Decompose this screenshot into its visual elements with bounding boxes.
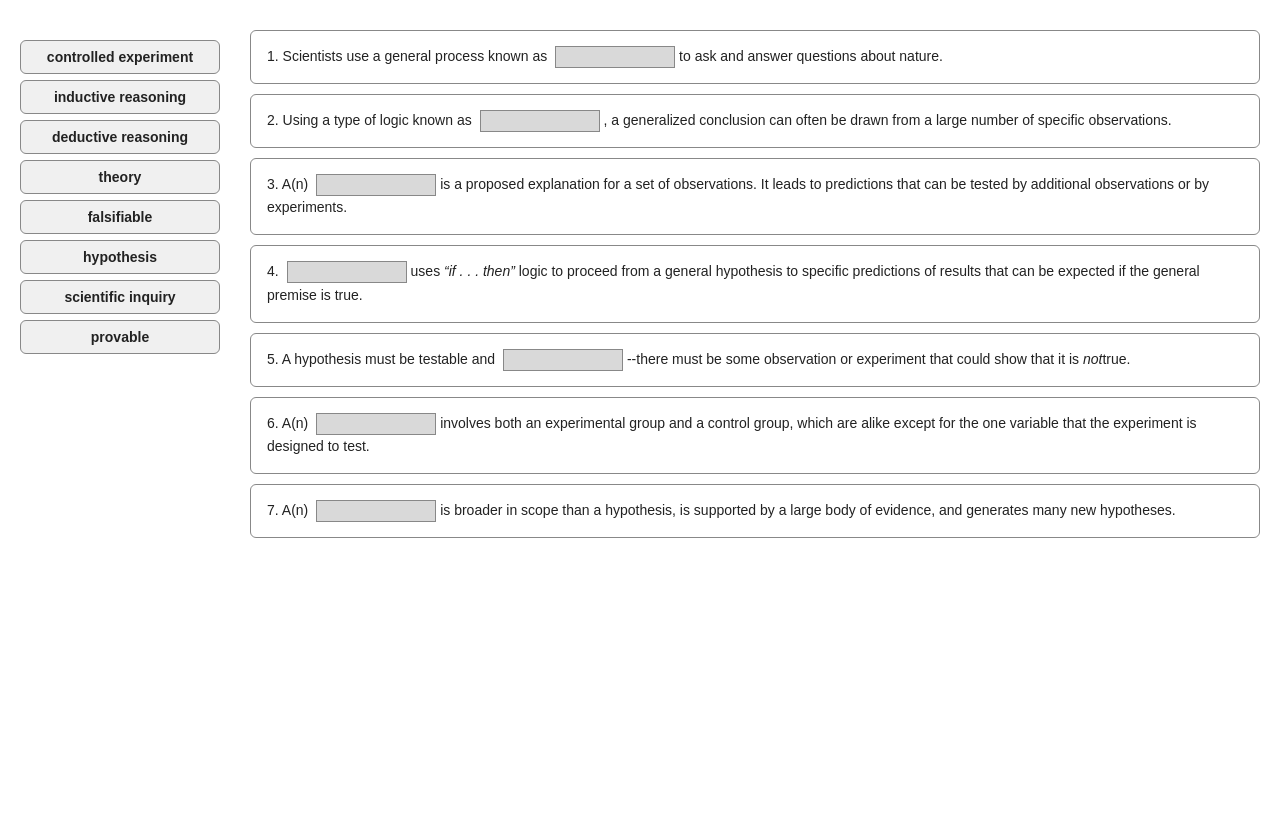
question-text: A(n) [282,502,312,518]
question-number: 7. [267,502,282,518]
word-bank: controlled experiment inductive reasoning… [20,30,220,538]
question-box-q2: 2. Using a type of logic known as , a ge… [250,94,1260,148]
question-text: uses “if . . . then” logic to proceed fr… [267,263,1200,303]
question-number: 4. [267,263,283,279]
question-number: 2. [267,112,283,128]
question-text: A(n) [282,415,312,431]
word-item-provable[interactable]: provable [20,320,220,354]
answer-blank[interactable] [480,110,600,132]
question-text: Scientists use a general process known a… [283,48,551,64]
word-item-controlled-experiment[interactable]: controlled experiment [20,40,220,74]
italic-text: “if . . . then” [444,263,515,279]
question-box-q1: 1. Scientists use a general process know… [250,30,1260,84]
answer-blank[interactable] [287,261,407,283]
question-text: Using a type of logic known as [283,112,476,128]
question-text: true. [1102,351,1130,367]
answer-blank[interactable] [316,500,436,522]
word-item-falsifiable[interactable]: falsifiable [20,200,220,234]
questions-container: 1. Scientists use a general process know… [250,30,1260,538]
question-number: 6. [267,415,282,431]
word-item-inductive-reasoning[interactable]: inductive reasoning [20,80,220,114]
question-box-q5: 5. A hypothesis must be testable and --t… [250,333,1260,387]
question-number: 5. [267,351,282,367]
question-text: is broader in scope than a hypothesis, i… [440,502,1175,518]
question-text: A hypothesis must be testable and [282,351,499,367]
question-number: 3. [267,176,282,192]
word-item-theory[interactable]: theory [20,160,220,194]
question-box-q6: 6. A(n) involves both an experimental gr… [250,397,1260,475]
word-item-hypothesis[interactable]: hypothesis [20,240,220,274]
main-container: controlled experiment inductive reasoning… [20,20,1260,538]
question-box-q4: 4. uses “if . . . then” logic to proceed… [250,245,1260,323]
question-text: A(n) [282,176,312,192]
question-text: --there must be some observation or expe… [627,351,1083,367]
italic-not: not [1083,351,1102,367]
word-item-scientific-inquiry[interactable]: scientific inquiry [20,280,220,314]
question-text: , a generalized conclusion can often be … [604,112,1172,128]
question-box-q3: 3. A(n) is a proposed explanation for a … [250,158,1260,236]
question-text: to ask and answer questions about nature… [679,48,943,64]
word-item-deductive-reasoning[interactable]: deductive reasoning [20,120,220,154]
answer-blank[interactable] [555,46,675,68]
answer-blank[interactable] [316,174,436,196]
answer-blank[interactable] [503,349,623,371]
answer-blank[interactable] [316,413,436,435]
question-box-q7: 7. A(n) is broader in scope than a hypot… [250,484,1260,538]
question-number: 1. [267,48,283,64]
